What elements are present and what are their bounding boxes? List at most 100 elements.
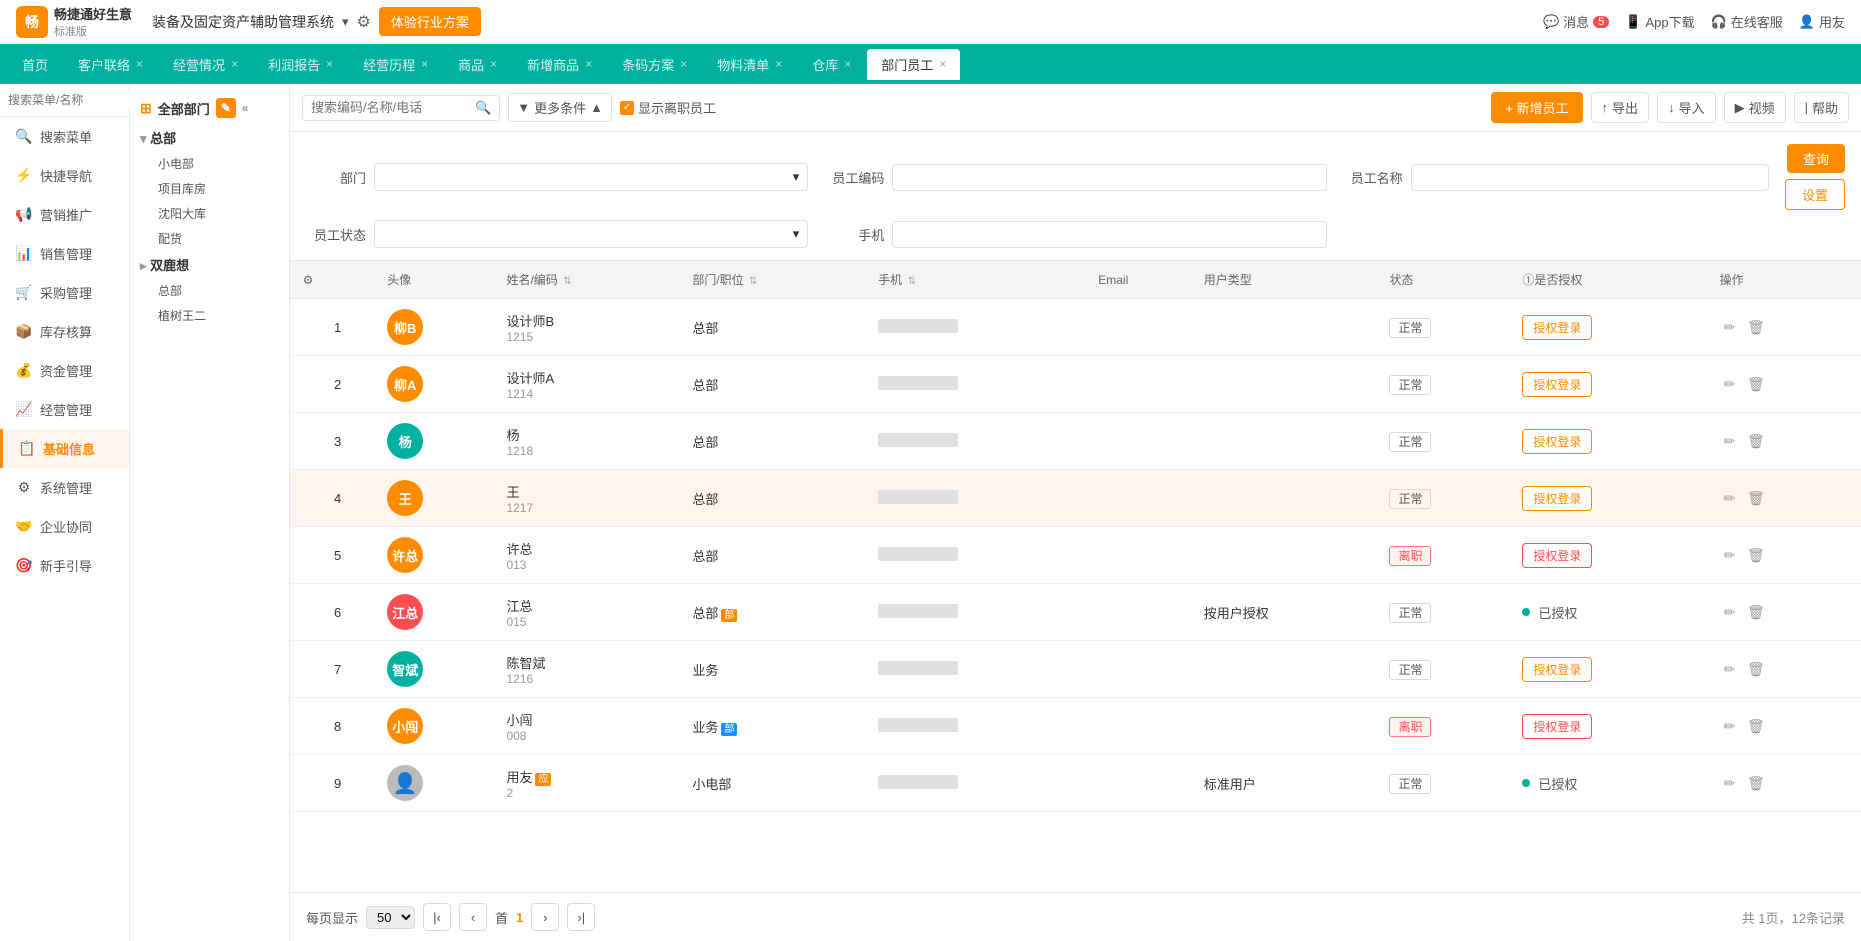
dept-sub-project[interactable]: 项目库房 (130, 176, 289, 201)
search-button[interactable]: 查询 (1787, 144, 1845, 173)
sidebar-item-inventory[interactable]: 📦 库存核算 (0, 312, 129, 351)
dept-sub-zongbu[interactable]: 总部 (130, 278, 289, 303)
more-filter-btn[interactable]: ▼ 更多条件 ▲ (508, 93, 612, 122)
tab-customer[interactable]: 客户联络× (64, 49, 157, 80)
edit-button[interactable]: ✏ (1720, 374, 1740, 395)
sidebar-item-nav[interactable]: ⚡ 快捷导航 (0, 156, 129, 195)
delete-button[interactable]: 🗑 (1743, 488, 1769, 509)
tab-bom[interactable]: 物料清单× (703, 49, 796, 80)
settings-icon[interactable]: ⚙ (357, 12, 371, 32)
filter-empcode-input[interactable] (892, 164, 1326, 191)
import-button[interactable]: ↓ 导入 (1657, 92, 1716, 123)
first-page-btn[interactable]: |‹ (423, 903, 451, 931)
prev-page-btn[interactable]: ‹ (459, 903, 487, 931)
auth-button[interactable]: 授权登录 (1522, 714, 1592, 739)
sidebar-item-management[interactable]: 📈 经营管理 (0, 390, 129, 429)
dept-sub-shenyang[interactable]: 沈阳大库 (130, 201, 289, 226)
close-icon[interactable]: × (490, 57, 497, 71)
close-icon[interactable]: × (844, 57, 851, 71)
close-icon[interactable]: × (231, 57, 238, 71)
edit-button[interactable]: ✏ (1720, 602, 1740, 623)
app-download-btn[interactable]: 📱 App下载 (1625, 12, 1694, 31)
tab-goods[interactable]: 商品× (444, 49, 511, 80)
close-icon[interactable]: × (680, 57, 687, 71)
delete-button[interactable]: 🗑 (1743, 374, 1769, 395)
edit-button[interactable]: ✏ (1720, 317, 1740, 338)
close-icon[interactable]: × (585, 57, 592, 71)
auth-button[interactable]: 授权登录 (1522, 543, 1592, 568)
add-employee-button[interactable]: + 新增员工 (1491, 92, 1582, 123)
sidebar-item-finance[interactable]: 💰 资金管理 (0, 351, 129, 390)
filter-phone-input[interactable] (892, 221, 1326, 248)
delete-button[interactable]: 🗑 (1743, 659, 1769, 680)
help-button[interactable]: | 帮助 (1794, 92, 1849, 123)
close-icon[interactable]: × (421, 57, 428, 71)
last-page-btn[interactable]: ›| (567, 903, 595, 931)
edit-button[interactable]: ✏ (1720, 545, 1740, 566)
message-btn[interactable]: 💬 消息 5 (1543, 12, 1609, 31)
sidebar-item-search[interactable]: 🔍 搜索菜单 (0, 117, 129, 156)
filter-status-select[interactable]: ▾ (374, 220, 808, 248)
edit-button[interactable]: ✏ (1720, 488, 1740, 509)
tab-history[interactable]: 经营历程× (349, 49, 442, 80)
tab-new-goods[interactable]: 新增商品× (513, 49, 606, 80)
delete-button[interactable]: 🗑 (1743, 431, 1769, 452)
edit-button[interactable]: ✏ (1720, 716, 1740, 737)
delete-button[interactable]: 🗑 (1743, 716, 1769, 737)
close-icon[interactable]: × (326, 57, 333, 71)
sort-icon[interactable]: ⇅ (563, 276, 571, 287)
delete-button[interactable]: 🗑 (1743, 545, 1769, 566)
trial-button[interactable]: 体验行业方案 (379, 7, 481, 36)
auth-button[interactable]: 授权登录 (1522, 657, 1592, 682)
delete-button[interactable]: 🗑 (1743, 317, 1769, 338)
settings-button[interactable]: 设置 (1785, 179, 1845, 210)
edit-button[interactable]: ✏ (1720, 659, 1740, 680)
next-page-btn[interactable]: › (531, 903, 559, 931)
sidebar-item-system[interactable]: ⚙ 系统管理 (0, 468, 129, 507)
sidebar-item-collab[interactable]: 🤝 企业协同 (0, 507, 129, 546)
delete-button[interactable]: 🗑 (1743, 602, 1769, 623)
sidebar-item-marketing[interactable]: 📢 营销推广 (0, 195, 129, 234)
auth-button[interactable]: 授权登录 (1522, 486, 1592, 511)
dept-group-head[interactable]: ▾ 总部 (130, 124, 289, 151)
resigned-checkbox[interactable]: ✓ (620, 101, 634, 115)
close-icon[interactable]: × (136, 57, 143, 71)
sidebar-item-guide[interactable]: 🎯 新手引导 (0, 546, 129, 585)
delete-button[interactable]: 🗑 (1743, 773, 1769, 794)
tab-profit[interactable]: 利润报告× (254, 49, 347, 80)
th-settings[interactable]: ⚙ (290, 261, 326, 299)
sidebar-item-purchase[interactable]: 🛒 采购管理 (0, 273, 129, 312)
filter-dept-select[interactable]: ▾ (374, 163, 808, 191)
close-icon[interactable]: × (775, 57, 782, 71)
tab-home[interactable]: 首页 (8, 49, 62, 80)
auth-button[interactable]: 授权登录 (1522, 372, 1592, 397)
dept-edit-button[interactable]: ✎ (216, 98, 236, 118)
tab-barcode[interactable]: 条码方案× (608, 49, 701, 80)
page-size-select[interactable]: 50 (366, 906, 415, 929)
auth-button[interactable]: 授权登录 (1522, 429, 1592, 454)
tab-warehouse[interactable]: 仓库× (798, 49, 865, 80)
sort-icon2[interactable]: ⇅ (749, 276, 757, 287)
user-menu[interactable]: 👤 用友 (1799, 12, 1845, 31)
dept-collapse-btn[interactable]: « (242, 101, 249, 115)
view-button[interactable]: ▶ 视频 (1724, 92, 1786, 123)
edit-button[interactable]: ✏ (1720, 431, 1740, 452)
dept-sub-xiaodian[interactable]: 小电部 (130, 151, 289, 176)
search-input[interactable] (311, 100, 471, 115)
tab-operation[interactable]: 经营情况× (159, 49, 252, 80)
sidebar-item-basic[interactable]: 📋 基础信息 (0, 429, 129, 468)
online-service-btn[interactable]: 🎧 在线客服 (1711, 12, 1783, 31)
sidebar-item-sales[interactable]: 📊 销售管理 (0, 234, 129, 273)
export-button[interactable]: ↑ 导出 (1591, 92, 1650, 123)
show-resigned-toggle[interactable]: ✓ 显示离职员工 (620, 98, 716, 117)
filter-empname-input[interactable] (1411, 164, 1769, 191)
sort-icon3[interactable]: ⇅ (908, 276, 916, 287)
dept-group-double[interactable]: ▸ 双鹿想 (130, 251, 289, 278)
auth-button[interactable]: 授权登录 (1522, 315, 1592, 340)
dept-sub-zhishu[interactable]: 植树王二 (130, 303, 289, 328)
tab-dept-staff[interactable]: 部门员工× (867, 49, 960, 80)
dept-sub-peihuo[interactable]: 配货 (130, 226, 289, 251)
edit-button[interactable]: ✏ (1720, 773, 1740, 794)
close-icon[interactable]: × (939, 57, 946, 71)
system-dropdown-btn[interactable]: ▾ (342, 14, 349, 30)
